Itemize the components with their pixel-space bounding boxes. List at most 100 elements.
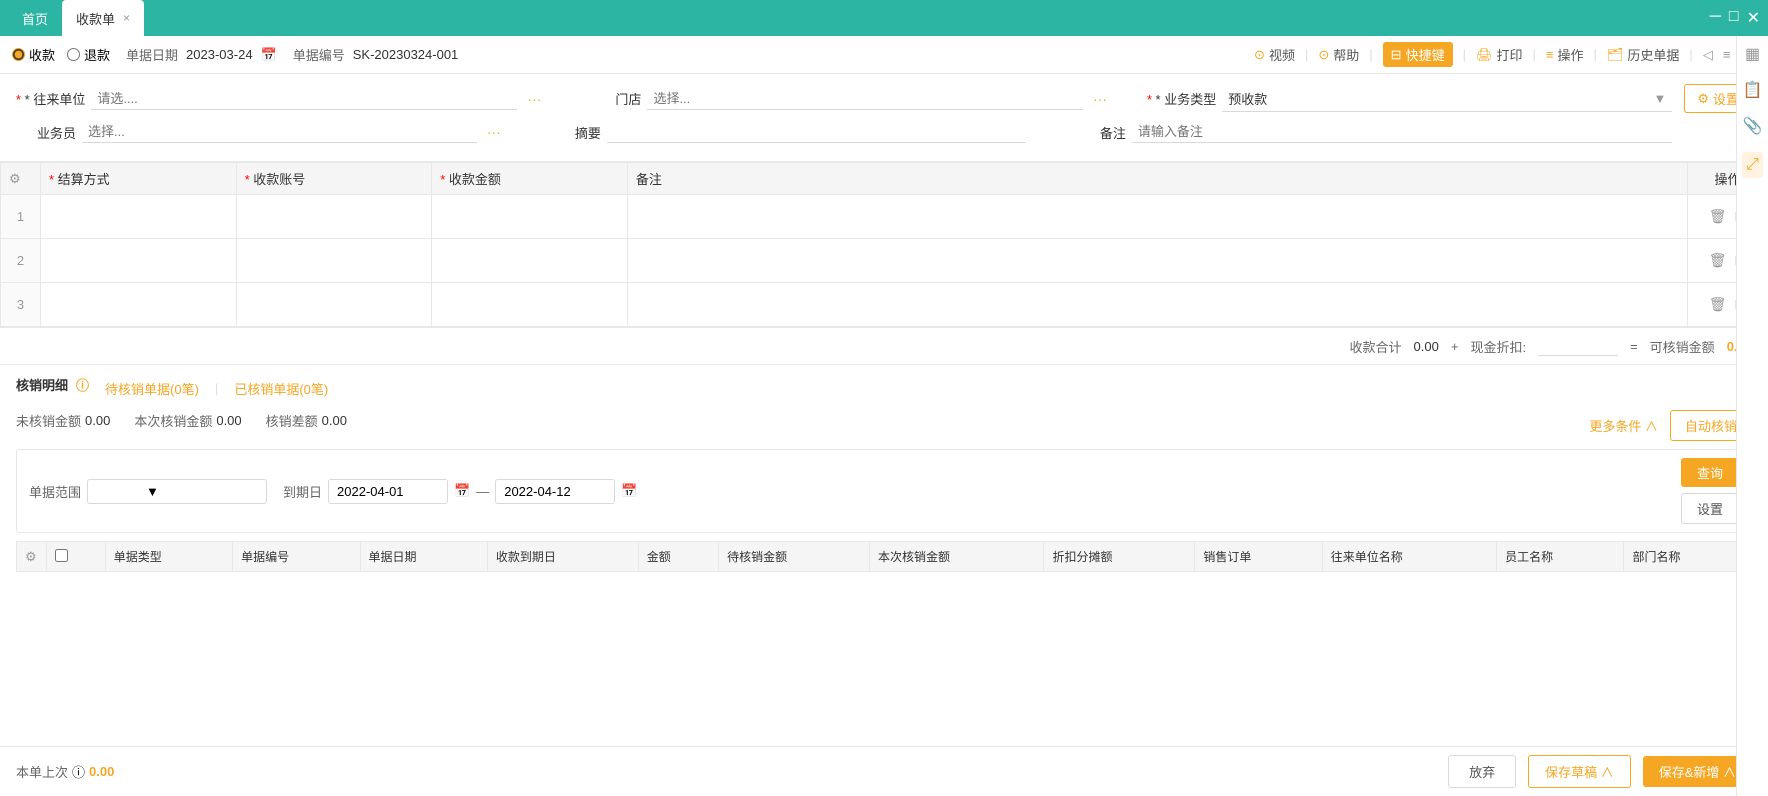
discard-button[interactable]: 放弃 (1448, 755, 1516, 788)
form-row-2: 业务员 ··· 摘要 备注 (16, 121, 1752, 143)
radio-refund[interactable]: 退款 (67, 45, 110, 64)
receipt-amount-3[interactable] (432, 283, 628, 327)
verify-stats: 未核销金额 0.00 本次核销金额 0.00 核销差额 0.00 (16, 411, 347, 430)
note-field: 备注 (1066, 121, 1672, 143)
radio-refund-label: 退款 (84, 45, 110, 64)
footer-info-icon[interactable]: ⓘ (72, 762, 85, 781)
draft-button[interactable]: 保存草稿 ∧ (1528, 755, 1631, 788)
filter-btns: 查询 设置 (1681, 458, 1739, 524)
plus-sign: + (1451, 339, 1459, 354)
pending-tab[interactable]: 待核销单据(0笔) (105, 379, 199, 398)
th-discount: 折扣分摊额 (1044, 542, 1195, 572)
business-type-field: * 业务类型 预收款 ▼ (1147, 86, 1672, 112)
close-window-icon[interactable]: ✕ (1747, 8, 1760, 28)
window-controls: ─ □ ✕ (1710, 8, 1760, 28)
divider-1: | (1305, 47, 1308, 62)
th-pending: 待核销金额 (719, 542, 870, 572)
receipt-amount-2[interactable] (432, 239, 628, 283)
radio-receipt[interactable]: 收款 (12, 45, 55, 64)
filter-row: 单据范围 ▼ 到期日 📅 — 📅 查询 设置 (16, 449, 1752, 533)
print-label: 打印 (1496, 45, 1522, 64)
receipt-type-group: 收款 退款 (12, 45, 110, 64)
maximize-icon[interactable]: □ (1729, 8, 1739, 28)
receipt-account-3[interactable] (236, 283, 432, 327)
sidebar-expand-icon[interactable]: ⤢ (1742, 152, 1763, 178)
store-input[interactable] (647, 88, 1082, 110)
due-date-start-cal-icon[interactable]: 📅 (454, 483, 470, 499)
delete-row-1-icon[interactable]: 🗑 (1709, 208, 1727, 225)
receipt-account-2[interactable] (236, 239, 432, 283)
due-date-end-input[interactable] (495, 479, 615, 504)
settle-method-3[interactable] (41, 283, 237, 327)
video-btn[interactable]: ⊙ 视频 (1254, 45, 1295, 64)
receipt-account-1[interactable] (236, 195, 432, 239)
summary-input[interactable] (607, 121, 1026, 143)
staff-label: 业务员 (16, 123, 76, 142)
minimize-icon[interactable]: ─ (1710, 8, 1721, 28)
delete-row-2-icon[interactable]: 🗑 (1709, 252, 1727, 269)
query-button[interactable]: 查询 (1681, 458, 1739, 487)
footer-info-value: 0.00 (89, 764, 114, 779)
nav-prev-icon[interactable]: ◁ (1703, 47, 1713, 63)
counterpart-input[interactable] (91, 88, 517, 110)
note-1[interactable] (627, 195, 1687, 239)
sidebar-clip-icon[interactable]: 📎 (1743, 116, 1763, 136)
sidebar-doc-icon[interactable]: 📋 (1743, 80, 1763, 100)
table-config-icon[interactable]: ⚙ (9, 171, 21, 186)
stat-diff-value: 0.00 (322, 413, 347, 428)
toolbar-actions: ⊙ 视频 | ⊙ 帮助 | ⊟ 快捷键 | 🖨 打印 | ≡ 操作 (1254, 42, 1756, 67)
verification-section: 核销明细 ⓘ 待核销单据(0笔) | 已核销单据(0笔) 未核销金额 0.00 … (0, 365, 1768, 746)
sidebar-table-icon[interactable]: ▦ (1745, 44, 1760, 64)
main-content: 收款 退款 单据日期 2023-03-24 📅 单据编号 SK-20230324… (0, 36, 1768, 796)
staff-input[interactable] (82, 121, 477, 143)
doc-date-calendar-icon[interactable]: 📅 (261, 47, 277, 63)
tab-receipt[interactable]: 收款单 × (62, 0, 144, 36)
top-toolbar: 收款 退款 单据日期 2023-03-24 📅 单据编号 SK-20230324… (0, 36, 1768, 74)
business-type-select[interactable]: 预收款 ▼ (1222, 86, 1672, 112)
footer-info: 本单上次 ⓘ 0.00 (16, 762, 114, 781)
receipt-amount-1[interactable] (432, 195, 628, 239)
operation-btn[interactable]: ≡ 操作 (1546, 45, 1584, 64)
tab-receipt-label: 收款单 (76, 9, 115, 28)
print-btn[interactable]: 🖨 打印 (1476, 45, 1523, 64)
discount-input[interactable] (1538, 336, 1618, 356)
history-btn[interactable]: 🗂 历史单据 (1607, 45, 1680, 64)
th-sales-order: 销售订单 (1195, 542, 1322, 572)
staff-more-btn[interactable]: ··· (487, 124, 501, 140)
due-date-start-input[interactable] (328, 479, 448, 504)
filter-settings-button[interactable]: 设置 (1681, 493, 1739, 524)
completed-tab[interactable]: 已核销单据(0笔) (234, 379, 328, 398)
help-btn[interactable]: ⊙ 帮助 (1318, 45, 1359, 64)
table-row: 1 🗑 ⊞ (1, 195, 1768, 239)
range-label: 单据范围 (29, 482, 81, 501)
tab-home[interactable]: 首页 (8, 0, 62, 36)
delete-row-3-icon[interactable]: 🗑 (1709, 296, 1727, 313)
note-3[interactable] (627, 283, 1687, 327)
note-input[interactable] (1132, 121, 1672, 143)
operation-icon: ≡ (1546, 47, 1554, 62)
settle-method-1[interactable] (41, 195, 237, 239)
shortcut-btn[interactable]: ⊟ 快捷键 (1383, 42, 1453, 67)
radio-receipt-label: 收款 (29, 45, 55, 64)
operation-label: 操作 (1557, 45, 1583, 64)
divider-5: | (1594, 47, 1597, 62)
settle-method-2[interactable] (41, 239, 237, 283)
more-conditions-btn[interactable]: 更多条件 ∧ (1589, 416, 1658, 435)
view-list-icon[interactable]: ≡ (1723, 47, 1731, 62)
verification-info-icon[interactable]: ⓘ (76, 375, 89, 394)
receipt-table: ⚙ 结算方式 收款账号 收款金额 备注 操作 1 (0, 162, 1768, 327)
row-num-2: 2 (1, 239, 41, 283)
due-date-end-cal-icon[interactable]: 📅 (621, 483, 637, 499)
select-all-checkbox[interactable] (55, 549, 68, 562)
counterpart-more-btn[interactable]: ··· (527, 91, 541, 107)
row-num-1: 1 (1, 195, 41, 239)
table-config-icon-2[interactable]: ⚙ (25, 549, 37, 564)
note-2[interactable] (627, 239, 1687, 283)
store-more-btn[interactable]: ··· (1093, 91, 1107, 107)
summary-label: 摘要 (541, 123, 601, 142)
tab-close-icon[interactable]: × (123, 11, 130, 25)
th-settle-method: 结算方式 (41, 163, 237, 195)
total-label: 收款合计 (1350, 337, 1402, 356)
save-new-btn-label: 保存&新增 ∧ (1659, 762, 1736, 781)
range-select[interactable]: ▼ (87, 479, 267, 504)
